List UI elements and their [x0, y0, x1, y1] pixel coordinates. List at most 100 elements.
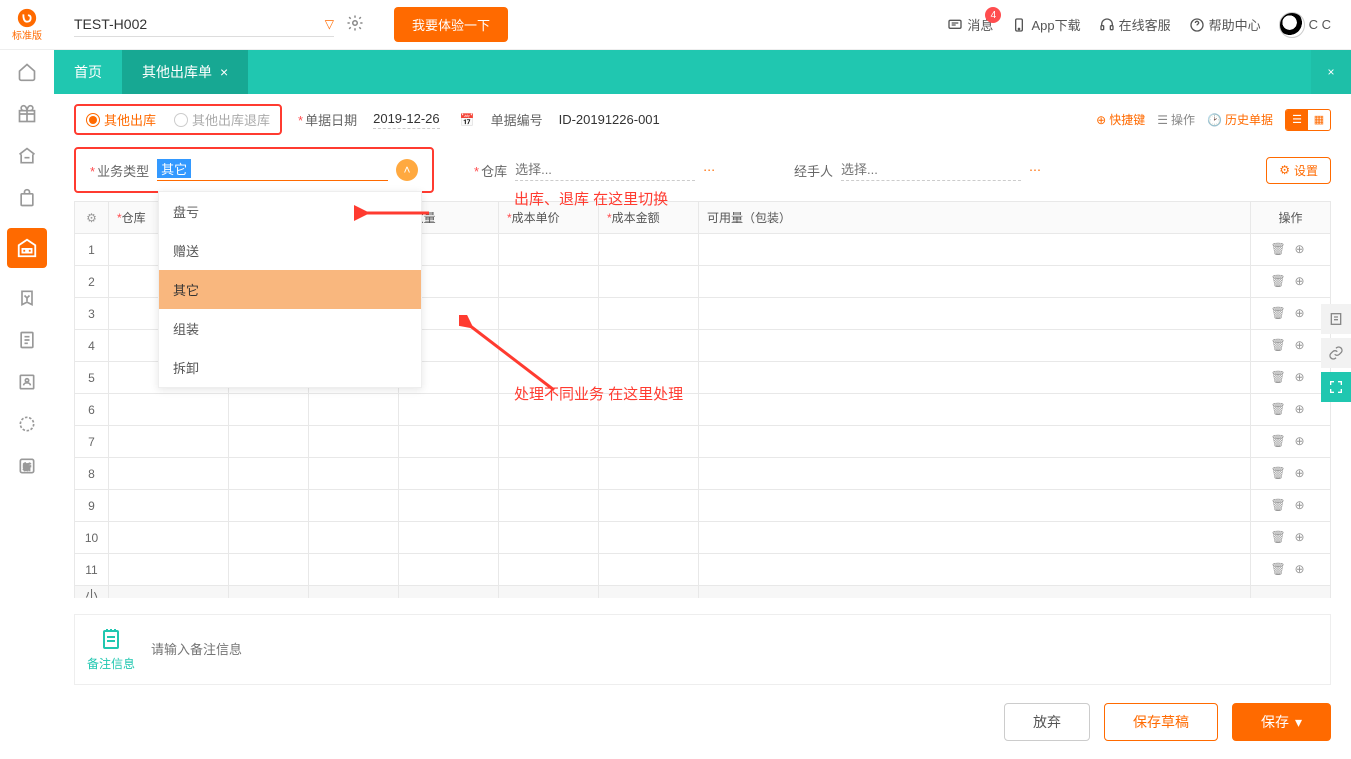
- handler-select[interactable]: 经手人 ⋯: [794, 159, 1074, 181]
- rail-sales-icon[interactable]: [15, 186, 39, 210]
- biz-option[interactable]: 其它: [159, 270, 421, 309]
- delete-icon[interactable]: 🗑: [1271, 370, 1287, 386]
- svg-text:新: 新: [23, 461, 31, 471]
- rail-finance-icon[interactable]: [15, 286, 39, 310]
- table-row[interactable]: 7🗑⊕: [75, 426, 1331, 458]
- shortcut-link[interactable]: ⊕ 快捷键: [1096, 111, 1145, 128]
- user-menu[interactable]: C C: [1279, 12, 1331, 38]
- close-all-icon[interactable]: ×: [1311, 50, 1351, 94]
- delete-icon[interactable]: 🗑: [1271, 434, 1287, 450]
- rail-purchase-icon[interactable]: [15, 144, 39, 168]
- add-icon[interactable]: ⊕: [1295, 338, 1311, 354]
- radio-icon: [86, 113, 100, 127]
- close-icon[interactable]: ×: [220, 64, 228, 80]
- delete-icon[interactable]: 🗑: [1271, 562, 1287, 578]
- table-row[interactable]: 6🗑⊕: [75, 394, 1331, 426]
- remarks-input[interactable]: [151, 642, 1318, 657]
- rail-warehouse-icon[interactable]: [7, 228, 47, 268]
- add-icon[interactable]: ⊕: [1295, 274, 1311, 290]
- col-header: 操作: [1251, 202, 1331, 234]
- biz-option[interactable]: 拆卸: [159, 348, 421, 387]
- delete-icon[interactable]: 🗑: [1271, 498, 1287, 514]
- add-icon[interactable]: ⊕: [1295, 242, 1311, 258]
- selects-row: *业务类型 其它 ˄ 盘亏赠送其它组装拆卸 *仓库 ⋯ 经手人 ⋯: [54, 143, 1351, 201]
- handler-input[interactable]: [841, 159, 1021, 181]
- logo-icon: [16, 7, 38, 29]
- rail-sync-icon[interactable]: [15, 412, 39, 436]
- float-expand-icon[interactable]: [1321, 372, 1351, 402]
- delete-icon[interactable]: 🗑: [1271, 530, 1287, 546]
- delete-icon[interactable]: 🗑: [1271, 306, 1287, 322]
- biz-selected-value: 其它: [157, 159, 191, 178]
- add-icon[interactable]: ⊕: [1295, 306, 1311, 322]
- add-icon[interactable]: ⊕: [1295, 562, 1311, 578]
- view-grid-icon[interactable]: ▦: [1308, 110, 1330, 130]
- radio-return[interactable]: 其他出库退库: [174, 110, 270, 129]
- app-download-button[interactable]: App下载: [1011, 15, 1080, 34]
- float-note-icon[interactable]: [1321, 304, 1351, 334]
- warehouse-input[interactable]: [515, 159, 695, 181]
- delete-icon[interactable]: 🗑: [1271, 402, 1287, 418]
- customer-service-button[interactable]: 在线客服: [1099, 15, 1171, 34]
- table-row[interactable]: 11🗑⊕: [75, 554, 1331, 586]
- more-icon[interactable]: ⋯: [703, 163, 715, 177]
- delete-icon[interactable]: 🗑: [1271, 274, 1287, 290]
- history-link[interactable]: 🕑 历史单据: [1207, 111, 1273, 128]
- messages-button[interactable]: 消息 4: [947, 15, 993, 34]
- org-select[interactable]: ▽: [74, 12, 334, 37]
- add-icon[interactable]: ⊕: [1295, 402, 1311, 418]
- remarks-label: 备注信息: [87, 655, 135, 672]
- view-toggle: ☰ ▦: [1285, 109, 1331, 131]
- help-icon: [1189, 17, 1205, 33]
- subtotal-row: 小计0.000.00: [75, 586, 1331, 599]
- message-icon: [947, 17, 963, 33]
- rail-contacts-icon[interactable]: [15, 370, 39, 394]
- save-draft-button[interactable]: 保存草稿: [1104, 703, 1218, 741]
- biz-option[interactable]: 赠送: [159, 231, 421, 270]
- radio-outbound[interactable]: 其他出库: [86, 110, 156, 129]
- delete-icon[interactable]: 🗑: [1271, 466, 1287, 482]
- biz-type-select[interactable]: *业务类型 其它 ˄ 盘亏赠送其它组装拆卸: [74, 147, 434, 193]
- chevron-up-icon[interactable]: ˄: [396, 159, 418, 181]
- rail-report-icon[interactable]: [15, 328, 39, 352]
- warehouse-select[interactable]: *仓库 ⋯: [474, 159, 754, 181]
- date-value[interactable]: 2019-12-26: [373, 111, 440, 129]
- help-button[interactable]: 帮助中心: [1189, 15, 1261, 34]
- rail-home-icon[interactable]: [15, 60, 39, 84]
- delete-icon[interactable]: 🗑: [1271, 242, 1287, 258]
- gear-icon[interactable]: [346, 14, 364, 35]
- top-header: 标准版 ▽ 我要体验一下 消息 4 App下载 在线客服: [0, 0, 1351, 50]
- add-icon[interactable]: ⊕: [1295, 498, 1311, 514]
- view-list-icon[interactable]: ☰: [1286, 110, 1308, 130]
- tab-home[interactable]: 首页: [54, 50, 122, 94]
- calendar-icon[interactable]: 📅: [460, 113, 475, 127]
- add-icon[interactable]: ⊕: [1295, 530, 1311, 546]
- settings-button[interactable]: ⚙ 设置: [1266, 157, 1331, 184]
- table-row[interactable]: 9🗑⊕: [75, 490, 1331, 522]
- org-input[interactable]: [74, 16, 317, 32]
- rail-new-icon[interactable]: 新: [15, 454, 39, 478]
- tab-other-outbound[interactable]: 其他出库单 ×: [122, 50, 248, 94]
- save-button[interactable]: 保存 ▾: [1232, 703, 1331, 741]
- operate-link[interactable]: ☰ 操作: [1157, 111, 1195, 128]
- add-icon[interactable]: ⊕: [1295, 434, 1311, 450]
- discard-button[interactable]: 放弃: [1004, 703, 1090, 741]
- biz-option[interactable]: 盘亏: [159, 192, 421, 231]
- radio-icon: [174, 113, 188, 127]
- biz-option[interactable]: 组装: [159, 309, 421, 348]
- table-row[interactable]: 8🗑⊕: [75, 458, 1331, 490]
- main-area: 首页 其他出库单 × × 其他出库 其他出库退库 *单据日期 2019-12-2…: [54, 50, 1351, 759]
- delete-icon[interactable]: 🗑: [1271, 338, 1287, 354]
- try-button[interactable]: 我要体验一下: [394, 7, 508, 42]
- header-actions: 消息 4 App下载 在线客服 帮助中心 C C: [947, 12, 1351, 38]
- chevron-down-icon: ▾: [1295, 714, 1302, 731]
- rail-gift-icon[interactable]: [15, 102, 39, 126]
- float-link-icon[interactable]: [1321, 338, 1351, 368]
- column-settings-icon[interactable]: ⚙: [86, 211, 97, 225]
- tabs-bar: 首页 其他出库单 × ×: [54, 50, 1351, 94]
- add-icon[interactable]: ⊕: [1295, 370, 1311, 386]
- more-icon[interactable]: ⋯: [1029, 163, 1041, 177]
- add-icon[interactable]: ⊕: [1295, 466, 1311, 482]
- avatar: [1279, 12, 1305, 38]
- table-row[interactable]: 10🗑⊕: [75, 522, 1331, 554]
